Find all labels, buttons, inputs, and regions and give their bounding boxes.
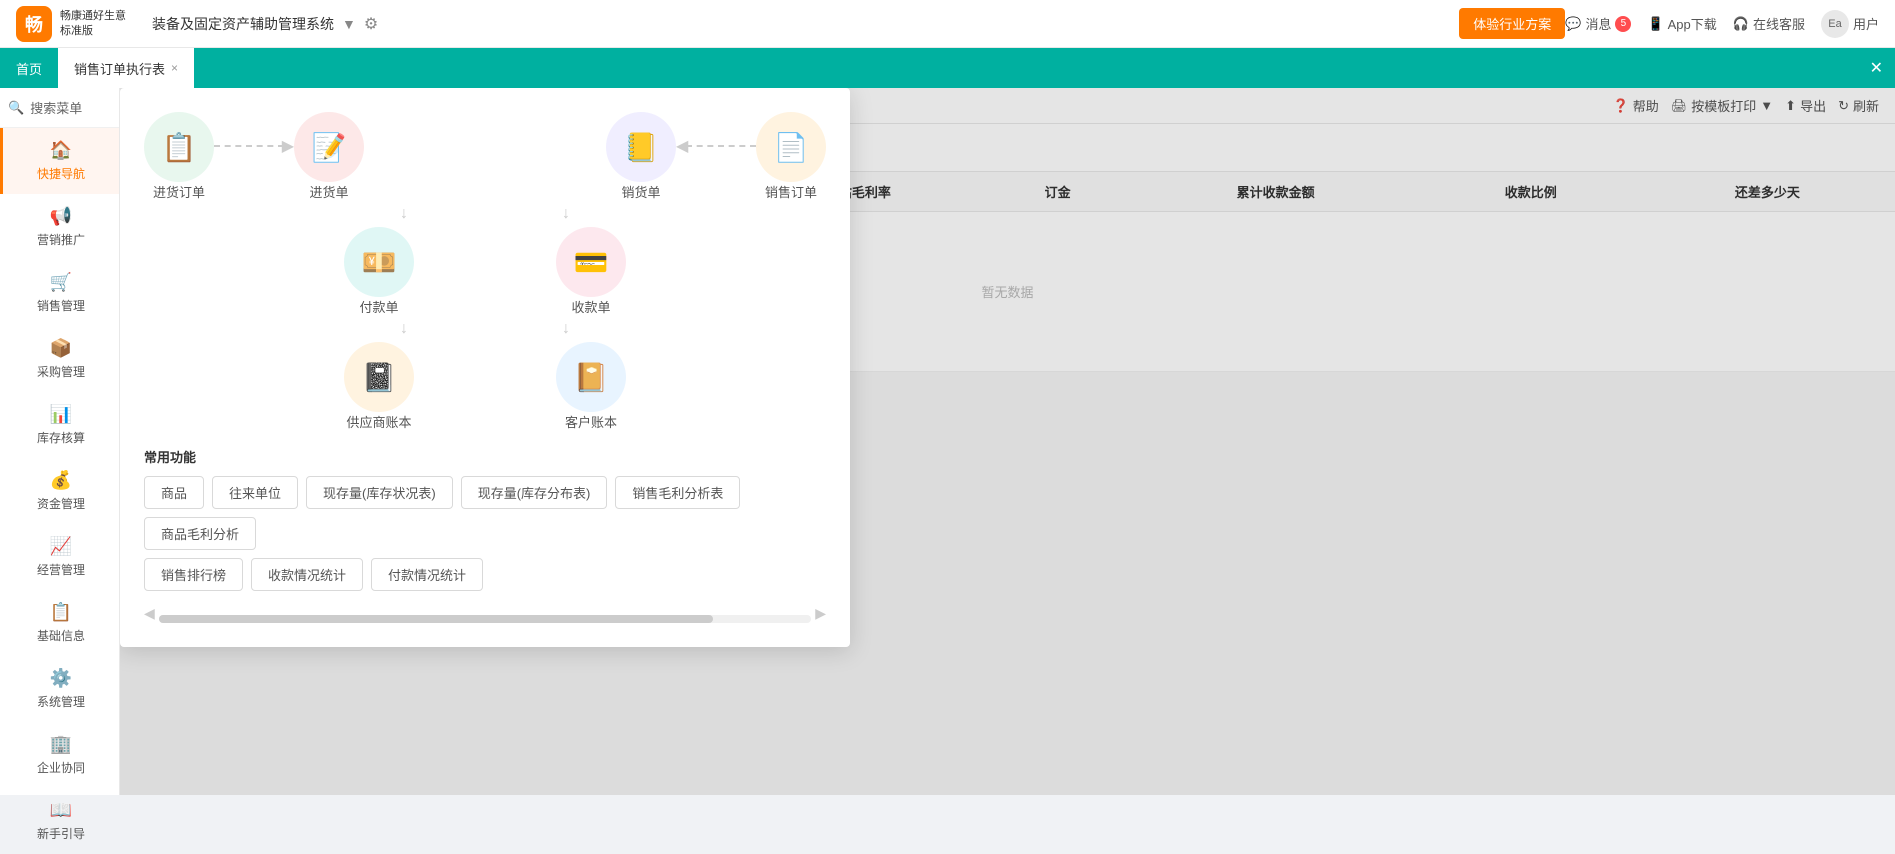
common-buttons-row1: 商品 往来单位 现存量(库存状况表) 现存量(库存分布表) 销售毛利分析表 商品… <box>144 476 826 550</box>
content-area: ❓ 帮助 🖨 按模板打印 ▼ ⬆ 导出 ↻ 刷新 📅 ▼ 查询 <box>120 88 1895 795</box>
arrow-down-payment: ↓ <box>344 320 464 338</box>
scroll-left-arrow[interactable]: ◀ <box>144 605 155 622</box>
avatar: Ea <box>1821 10 1849 38</box>
sidebar-item-base-info[interactable]: 📋 基础信息 <box>0 590 119 656</box>
flow-node-payment: 💴 付款单 <box>344 227 414 316</box>
system-icon: ⚙️ <box>50 668 72 689</box>
flow-arrow-row-2: ↓ ↓ <box>144 320 826 338</box>
settings-icon[interactable]: ⚙ <box>364 14 378 34</box>
trial-button[interactable]: 体验行业方案 <box>1459 8 1565 39</box>
modal-scrollbar-container: ◀ ▶ <box>144 603 826 623</box>
modal-scrollbar[interactable] <box>159 615 811 623</box>
online-service-button[interactable]: 🎧 在线客服 <box>1733 14 1805 33</box>
phone-icon: 📱 <box>1647 16 1663 32</box>
tab-close-icon[interactable]: × <box>171 61 178 75</box>
sidebar-item-inventory[interactable]: 📊 库存核算 <box>0 392 119 458</box>
logo-icon: 畅 <box>16 6 52 42</box>
operations-icon: 📈 <box>50 536 72 557</box>
arrow-h-1: ▶ <box>214 136 294 178</box>
arrow-down-receipt: ↓ <box>506 320 626 338</box>
base-info-icon: 📋 <box>50 602 72 623</box>
common-btn-goods-profit[interactable]: 商品毛利分析 <box>144 517 256 550</box>
sales-order-circle: 📄 <box>756 112 826 182</box>
system-dropdown-icon[interactable]: ▼ <box>342 16 356 32</box>
purchase-bill-circle: 📝 <box>294 112 364 182</box>
tab-home[interactable]: 首页 <box>0 48 58 88</box>
common-btn-stock-dist[interactable]: 现存量(库存分布表) <box>461 476 608 509</box>
arrow-down-purchase: ↓ <box>344 205 464 223</box>
flow-node-sales-bill: 📒 销货单 <box>606 112 676 201</box>
arrow-h-2: ◀ <box>676 136 756 178</box>
common-btn-goods[interactable]: 商品 <box>144 476 204 509</box>
purchase-order-circle: 📋 <box>144 112 214 182</box>
payment-circle: 💴 <box>344 227 414 297</box>
service-icon: 🎧 <box>1733 16 1749 32</box>
modal-overlay: 📋 进货订单 ▶ 📝 进货单 <box>120 88 1895 795</box>
app-download-button[interactable]: 📱 App下载 <box>1647 14 1716 33</box>
guide-icon: 📖 <box>50 800 72 821</box>
common-btn-stock-status[interactable]: 现存量(库存状况表) <box>306 476 453 509</box>
common-btn-payment-stat[interactable]: 付款情况统计 <box>371 558 483 591</box>
flow-node-sales-order: 📄 销售订单 <box>756 112 826 201</box>
header-right: 💬 消息 5 📱 App下载 🎧 在线客服 Ea 用户 <box>1565 10 1879 38</box>
finance-icon: 💰 <box>50 470 72 491</box>
enterprise-icon: 🏢 <box>50 734 72 755</box>
common-btn-sales-profit[interactable]: 销售毛利分析表 <box>615 476 740 509</box>
flow-row-1: 📋 进货订单 ▶ 📝 进货单 <box>144 112 826 201</box>
sidebar-item-system[interactable]: ⚙️ 系统管理 <box>0 656 119 722</box>
message-badge: 5 <box>1615 16 1631 32</box>
flow-node-purchase-order: 📋 进货订单 <box>144 112 214 201</box>
sidebar-item-operations[interactable]: 📈 经营管理 <box>0 524 119 590</box>
flow-node-purchase-bill: 📝 进货单 <box>294 112 364 201</box>
sidebar-item-purchase[interactable]: 📦 采购管理 <box>0 326 119 392</box>
common-functions-section: 常用功能 商品 往来单位 现存量(库存状况表) 现存量(库存分布表) 销售毛利分… <box>144 447 826 591</box>
top-header: 畅 畅康通好生意 标准版 装备及固定资产辅助管理系统 ▼ ⚙ 体验行业方案 💬 … <box>0 0 1895 48</box>
flow-node-customer-ledger: 📔 客户账本 <box>556 342 626 431</box>
customer-ledger-circle: 📔 <box>556 342 626 412</box>
sidebar-item-enterprise[interactable]: 🏢 企业协同 <box>0 722 119 788</box>
flow-arrow-row-1: ↓ ↓ <box>144 205 826 223</box>
search-icon: 🔍 <box>8 100 24 116</box>
modal-scrollbar-thumb <box>159 615 714 623</box>
logo-text: 畅康通好生意 标准版 <box>60 9 126 38</box>
message-button[interactable]: 💬 消息 5 <box>1565 14 1631 33</box>
sales-icon: 🛒 <box>50 272 72 293</box>
common-btn-sales-rank[interactable]: 销售排行榜 <box>144 558 243 591</box>
sidebar-item-quick-nav[interactable]: 🏠 快捷导航 <box>0 128 119 194</box>
marketing-icon: 📢 <box>50 206 72 227</box>
sidebar-item-marketing[interactable]: 📢 营销推广 <box>0 194 119 260</box>
receipt-circle: 💳 <box>556 227 626 297</box>
sales-bill-circle: 📒 <box>606 112 676 182</box>
common-btn-counterpart[interactable]: 往来单位 <box>212 476 298 509</box>
sidebar-search[interactable]: 🔍 搜索菜单 <box>0 88 119 128</box>
modal-box: 📋 进货订单 ▶ 📝 进货单 <box>120 88 850 647</box>
sidebar-item-sales[interactable]: 🛒 销售管理 <box>0 260 119 326</box>
message-icon: 💬 <box>1565 16 1581 32</box>
scroll-right-arrow[interactable]: ▶ <box>815 605 826 622</box>
tab-sales-order[interactable]: 销售订单执行表 × <box>58 48 194 88</box>
flow-row-3: 📓 供应商账本 📔 客户账本 <box>144 342 826 431</box>
sidebar: 🔍 搜索菜单 🏠 快捷导航 📢 营销推广 🛒 销售管理 📦 采购管理 📊 库存核… <box>0 88 120 795</box>
arrow-down-sales: ↓ <box>506 205 626 223</box>
system-title: 装备及固定资产辅助管理系统 ▼ ⚙ <box>152 14 1459 34</box>
flow-node-supplier-ledger: 📓 供应商账本 <box>344 342 414 431</box>
inventory-icon: 📊 <box>50 404 72 425</box>
tabs-close-button[interactable]: ✕ <box>1870 58 1895 78</box>
logo-area: 畅 畅康通好生意 标准版 <box>16 6 136 42</box>
common-buttons-row2: 销售排行榜 收款情况统计 付款情况统计 <box>144 558 826 591</box>
nav-tabs: 首页 销售订单执行表 × ✕ <box>0 48 1895 88</box>
user-profile[interactable]: Ea 用户 <box>1821 10 1879 38</box>
sidebar-item-guide[interactable]: 📖 新手引导 <box>0 788 119 854</box>
sidebar-item-finance[interactable]: 💰 资金管理 <box>0 458 119 524</box>
purchase-icon: 📦 <box>50 338 72 359</box>
common-btn-receipt-stat[interactable]: 收款情况统计 <box>251 558 363 591</box>
home-icon: 🏠 <box>50 140 72 161</box>
main-layout: 🔍 搜索菜单 🏠 快捷导航 📢 营销推广 🛒 销售管理 📦 采购管理 📊 库存核… <box>0 88 1895 795</box>
flow-node-receipt: 💳 收款单 <box>556 227 626 316</box>
flow-row-2: 💴 付款单 💳 收款单 <box>144 227 826 316</box>
common-title: 常用功能 <box>144 447 826 466</box>
supplier-ledger-circle: 📓 <box>344 342 414 412</box>
